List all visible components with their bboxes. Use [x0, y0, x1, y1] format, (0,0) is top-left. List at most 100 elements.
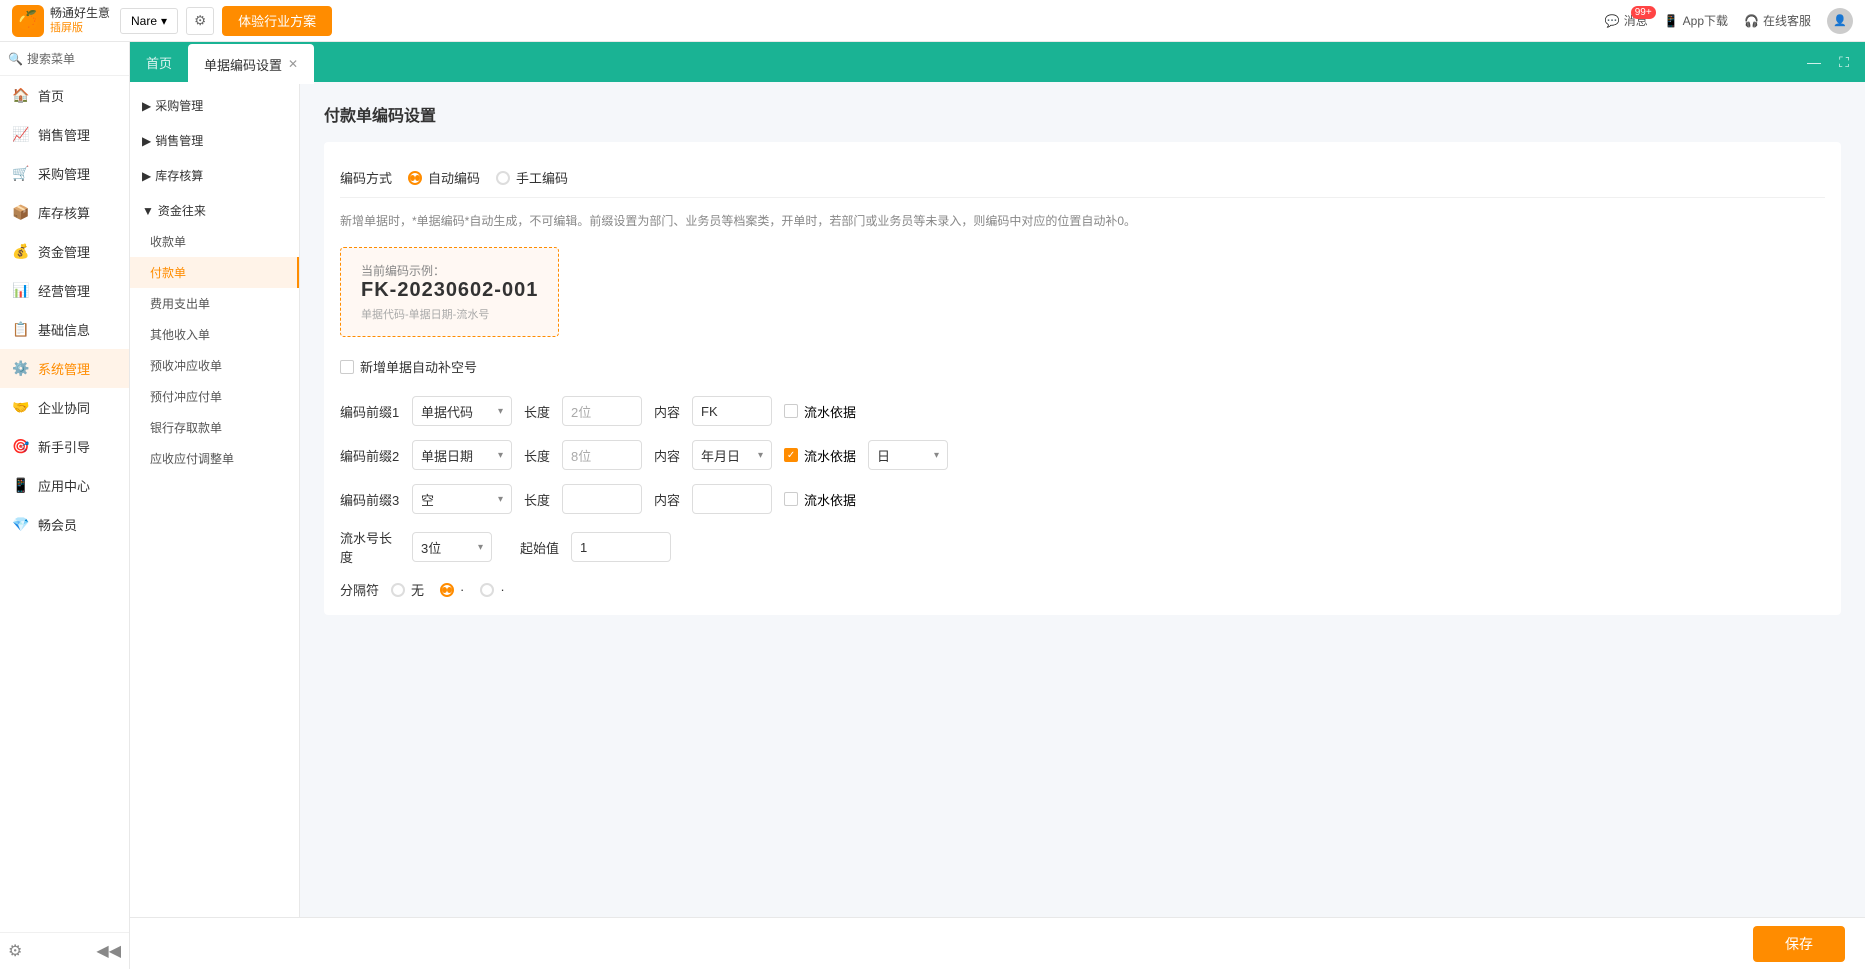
minimize-icon[interactable]: —: [1801, 49, 1827, 75]
flow1-check: 流水依据: [784, 402, 856, 421]
top-bar-right: 💬 消息 99+ 📱 App下载 🎧 在线客服 👤: [1605, 8, 1853, 34]
prefix2-dropdown-icon: ▾: [498, 450, 503, 461]
sidebar-item-operations[interactable]: 📊 经营管理: [0, 271, 129, 310]
sub-menu-adjust[interactable]: 应收应付调整单: [130, 443, 299, 474]
phone-icon: 📱: [1664, 14, 1679, 28]
sidebar-footer: ⚙ ◀◀: [0, 932, 129, 969]
prefix2-row: 编码前缀2 单据日期 ▾ 长度 8位 内容 年月日: [340, 440, 1825, 470]
top-bar-controls: Nare ▾ ⚙ 体验行业方案: [120, 6, 332, 36]
arrow-down-icon: ▼: [142, 204, 154, 218]
sidebar-item-purchase[interactable]: 🛒 采购管理: [0, 154, 129, 193]
sub-menu-income[interactable]: 其他收入单: [130, 319, 299, 350]
apps-icon: 📱: [12, 477, 30, 495]
flow3-checkbox[interactable]: [784, 492, 798, 506]
auto-radio[interactable]: 自动编码: [408, 168, 480, 187]
settings-icon[interactable]: ⚙: [186, 7, 214, 35]
code-preview-box: 当前编码示例： FK-20230602-001 单据代码-单据日期-流水号: [340, 247, 559, 337]
prefix1-row: 编码前缀1 单据代码 ▾ 长度 2位 内容 FK: [340, 396, 1825, 426]
sidebar-item-basic[interactable]: 📋 基础信息: [0, 310, 129, 349]
info-text: 新增单据时，*单据编码*自动生成，不可编辑。前缀设置为部门、业务员等档案类，开单…: [340, 212, 1825, 231]
basic-icon: 📋: [12, 321, 30, 339]
sidebar-item-apps[interactable]: 📱 应用中心: [0, 466, 129, 505]
sep-other[interactable]: ·: [480, 582, 504, 597]
vip-icon: 💎: [12, 516, 30, 534]
sep-dot[interactable]: ·: [440, 582, 464, 597]
system-icon: ⚙️: [12, 360, 30, 378]
search-menu[interactable]: 🔍 搜索菜单: [0, 42, 129, 76]
serial-row: 流水号长度 3位 ▾ 起始值 1: [340, 528, 1825, 566]
solution-button[interactable]: 体验行业方案: [222, 6, 332, 36]
sidebar-item-sales[interactable]: 📈 销售管理: [0, 115, 129, 154]
sub-menu-receipt[interactable]: 收款单: [130, 226, 299, 257]
service-item[interactable]: 🎧 在线客服: [1744, 12, 1811, 29]
sub-group-sales: ▶ 销售管理: [130, 125, 299, 156]
manual-radio[interactable]: 手工编码: [496, 168, 568, 187]
serial-dropdown-icon: ▾: [478, 542, 483, 553]
top-bar: 🍊 畅通好生意 插屏版 Nare ▾ ⚙ 体验行业方案 💬 消息 99+ 📱 A…: [0, 0, 1865, 42]
company-dropdown[interactable]: Nare ▾: [120, 8, 178, 34]
auto-fill-checkbox[interactable]: [340, 360, 354, 374]
logo-icon: 🍊: [12, 5, 44, 37]
sidebar-item-finance[interactable]: 💰 资金管理: [0, 232, 129, 271]
length3-input: [562, 484, 642, 514]
app-download-item[interactable]: 📱 App下载: [1664, 12, 1728, 29]
content-area: 首页 单据编码设置 ✕ — ⛶ ▶ 采购管理: [130, 42, 1865, 969]
sidebar-item-inventory[interactable]: 📦 库存核算: [0, 193, 129, 232]
content2-dropdown-icon: ▾: [758, 450, 763, 461]
sub-menu-payment[interactable]: 付款单: [130, 257, 299, 288]
tab-bar-actions: — ⛶: [1801, 49, 1865, 75]
main-panel: 付款单编码设置 编码方式 自动编码: [300, 82, 1865, 917]
prefix3-select[interactable]: 空 ▾: [412, 484, 512, 514]
footer-settings-icon[interactable]: ⚙: [8, 941, 22, 961]
start-input[interactable]: 1: [571, 532, 671, 562]
sales-icon: 📈: [12, 126, 30, 144]
enterprise-icon: 🤝: [12, 399, 30, 417]
sep-none[interactable]: 无: [391, 580, 424, 599]
message-item[interactable]: 💬 消息 99+: [1605, 12, 1648, 29]
tab-close-icon[interactable]: ✕: [288, 57, 298, 71]
separator-radio-group: 无 · ·: [391, 580, 505, 599]
sub-menu-purchase-header[interactable]: ▶ 采购管理: [130, 90, 299, 121]
flow1-checkbox[interactable]: [784, 404, 798, 418]
sidebar-item-vip[interactable]: 💎 畅会员: [0, 505, 129, 544]
finance-icon: 💰: [12, 243, 30, 261]
page-content: ▶ 采购管理 ▶ 销售管理 ▶ 库存核算: [130, 82, 1865, 917]
arrow-right-icon2: ▶: [142, 134, 151, 148]
sub-sidebar: ▶ 采购管理 ▶ 销售管理 ▶ 库存核算: [130, 82, 300, 917]
prefix3-row: 编码前缀3 空 ▾ 长度 内容: [340, 484, 1825, 514]
sidebar-item-enterprise[interactable]: 🤝 企业协同: [0, 388, 129, 427]
search-icon: 🔍: [8, 52, 23, 66]
sub-menu-advance-collect[interactable]: 预收冲应收单: [130, 350, 299, 381]
prefix1-select[interactable]: 单据代码 ▾: [412, 396, 512, 426]
maximize-icon[interactable]: ⛶: [1831, 49, 1857, 75]
content3-input: [692, 484, 772, 514]
tab-settings[interactable]: 单据编码设置 ✕: [188, 44, 314, 84]
arrow-right-icon3: ▶: [142, 169, 151, 183]
collapse-icon[interactable]: ◀◀: [96, 941, 121, 961]
auto-fill-row: 新增单据自动补空号: [340, 357, 1825, 376]
message-icon: 💬: [1605, 14, 1620, 28]
sep-none-circle: [391, 583, 405, 597]
sidebar-item-system[interactable]: ⚙️ 系统管理: [0, 349, 129, 388]
tab-home[interactable]: 首页: [130, 42, 188, 82]
top-bar-left: 🍊 畅通好生意 插屏版 Nare ▾ ⚙ 体验行业方案: [12, 5, 332, 37]
serial-length-select[interactable]: 3位 ▾: [412, 532, 492, 562]
sidebar-item-home[interactable]: 🏠 首页: [0, 76, 129, 115]
save-button[interactable]: 保存: [1753, 926, 1845, 962]
sub-menu-stock-header[interactable]: ▶ 库存核算: [130, 160, 299, 191]
prefix2-select[interactable]: 单据日期 ▾: [412, 440, 512, 470]
sub-menu-capital-header[interactable]: ▼ 资金往来: [130, 195, 299, 226]
sep-dot-circle: [440, 583, 454, 597]
sub-menu-expense[interactable]: 费用支出单: [130, 288, 299, 319]
sub-menu-bank[interactable]: 银行存取款单: [130, 412, 299, 443]
sidebar-item-guide[interactable]: 🎯 新手引导: [0, 427, 129, 466]
coding-method-radio-group: 自动编码 手工编码: [408, 168, 568, 187]
main-layout: 🔍 搜索菜单 🏠 首页 📈 销售管理 🛒 采购管理 📦 库存核算 💰 资金管理 …: [0, 42, 1865, 969]
content2-select[interactable]: 年月日 ▾: [692, 440, 772, 470]
flow2-unit-select[interactable]: 日 ▾: [868, 440, 948, 470]
sub-menu-sales-header[interactable]: ▶ 销售管理: [130, 125, 299, 156]
avatar[interactable]: 👤: [1827, 8, 1853, 34]
headset-icon: 🎧: [1744, 14, 1759, 28]
flow2-checkbox[interactable]: ✓: [784, 448, 798, 462]
sub-menu-advance-pay[interactable]: 预付冲应付单: [130, 381, 299, 412]
